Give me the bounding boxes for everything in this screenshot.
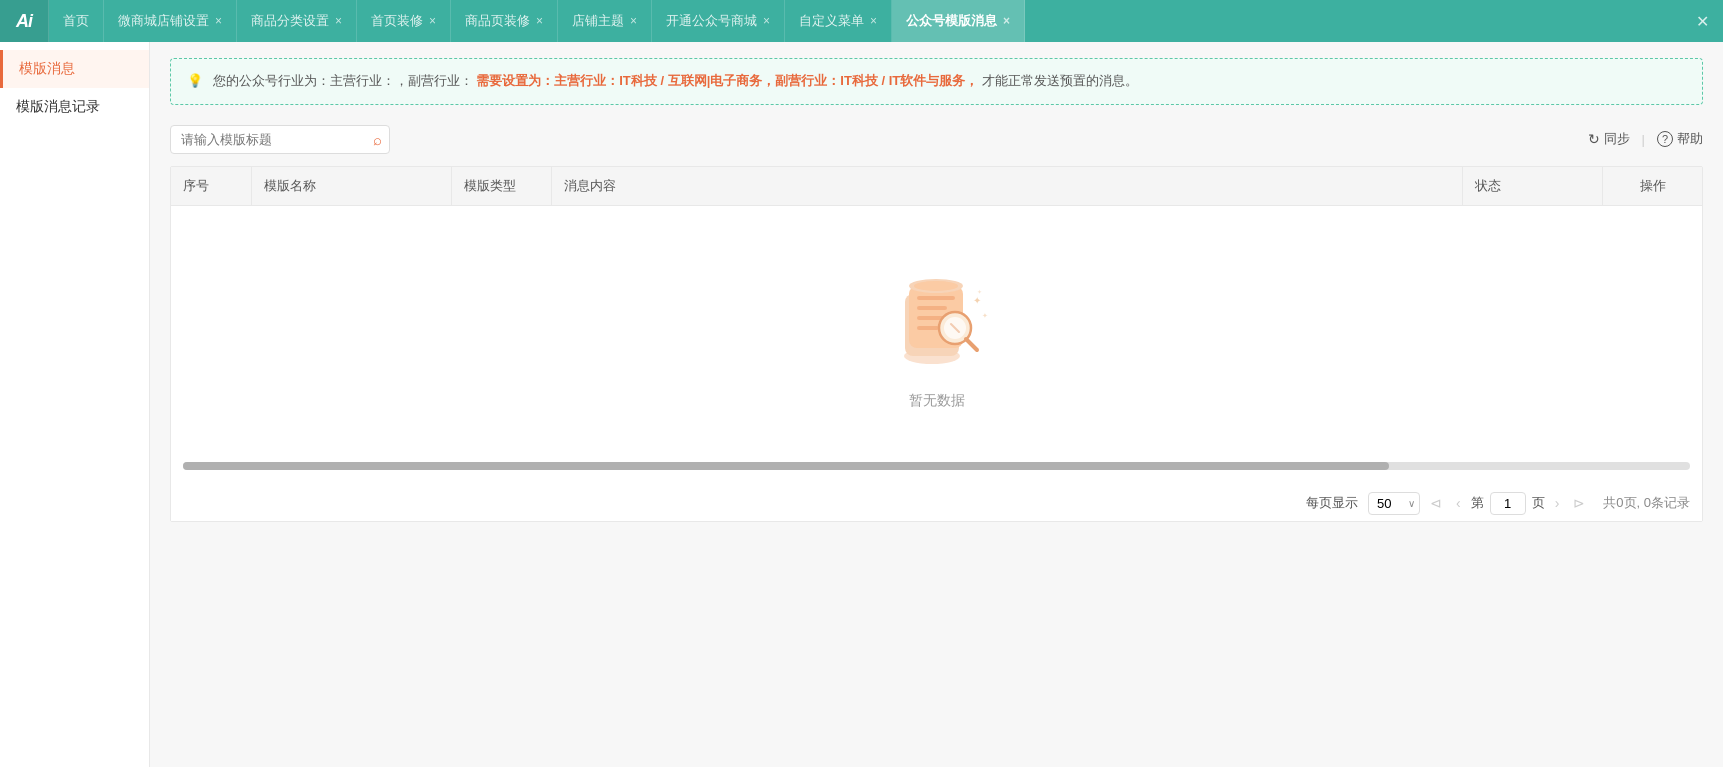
nav-tab-wsc-store-label: 微商城店铺设置 [118,12,209,30]
nav-tab-wsc-store-close[interactable]: × [215,14,222,28]
page-first-button[interactable]: ⊲ [1426,493,1446,513]
help-circle-icon: ? [1657,131,1673,147]
nav-tab-template-msg-close[interactable]: × [1003,14,1010,28]
nav-tab-home[interactable]: 首页 [49,0,104,42]
nav-tab-product-category-close[interactable]: × [335,14,342,28]
sidebar: 模版消息 模版消息记录 [0,42,150,767]
total-label: 共0页, 0条记录 [1603,494,1690,512]
search-input[interactable] [170,125,390,154]
scrollbar-area [171,450,1702,482]
empty-state: ✦ ✦ ✦ 暂无数据 [171,206,1702,450]
nav-tab-product-category-label: 商品分类设置 [251,12,329,30]
notice-icon: 💡 [187,73,203,88]
sidebar-item-template-msg-log[interactable]: 模版消息记录 [0,88,149,126]
nav-tab-home-decorate-close[interactable]: × [429,14,436,28]
th-status: 状态 [1462,167,1602,205]
sidebar-item-template-msg-log-label: 模版消息记录 [16,98,100,114]
app-logo: Ai [0,0,49,42]
nav-tab-custom-menu-close[interactable]: × [870,14,877,28]
page-label: 第 [1471,494,1484,512]
notice-box: 💡 您的公众号行业为：主营行业：，副营行业： 需要设置为：主营行业：IT科技 /… [170,58,1703,105]
nav-tab-custom-menu[interactable]: 自定义菜单 × [785,0,892,42]
nav-tab-home-decorate[interactable]: 首页装修 × [357,0,451,42]
svg-rect-4 [917,306,947,310]
nav-tab-store-theme[interactable]: 店铺主题 × [558,0,652,42]
sidebar-item-template-msg[interactable]: 模版消息 [0,50,149,88]
th-name: 模版名称 [251,167,451,205]
search-bar: ⌕ ↻ 同步 | ? 帮助 [170,125,1703,154]
data-table: 序号 模版名称 模版类型 消息内容 状态 操作 [170,166,1703,522]
th-content: 消息内容 [551,167,1462,205]
sync-icon: ↻ [1588,131,1600,147]
page-prev-button[interactable]: ‹ [1452,493,1465,513]
svg-text:✦: ✦ [982,312,988,319]
nav-tab-product-category[interactable]: 商品分类设置 × [237,0,357,42]
nav-tab-open-mall-close[interactable]: × [763,14,770,28]
svg-rect-3 [917,296,955,300]
nav-tab-product-decorate-close[interactable]: × [536,14,543,28]
nav-tab-home-label: 首页 [63,12,89,30]
search-icon[interactable]: ⌕ [373,131,382,148]
svg-text:✦: ✦ [973,295,981,306]
notice-prefix: 您的公众号行业为：主营行业：，副营行业： [213,73,473,88]
per-page-select[interactable]: 10 20 50 100 [1368,492,1420,515]
page-input[interactable] [1490,492,1526,515]
notice-highlight: 需要设置为：主营行业：IT科技 / 互联网|电子商务，副营行业：IT科技 / I… [476,73,978,88]
scroll-track[interactable] [183,462,1690,470]
content-area: 💡 您的公众号行业为：主营行业：，副营行业： 需要设置为：主营行业：IT科技 /… [150,42,1723,767]
svg-rect-6 [917,326,939,330]
svg-point-8 [914,281,958,291]
per-page-label: 每页显示 [1306,494,1358,512]
page-next-button[interactable]: › [1551,493,1564,513]
sync-button[interactable]: ↻ 同步 [1588,130,1630,148]
svg-line-11 [966,339,977,350]
nav-tab-open-mall[interactable]: 开通公众号商城 × [652,0,785,42]
nav-tab-store-theme-label: 店铺主题 [572,12,624,30]
nav-tab-product-decorate[interactable]: 商品页装修 × [451,0,558,42]
help-button[interactable]: ? 帮助 [1657,130,1703,148]
nav-tab-wsc-store[interactable]: 微商城店铺设置 × [104,0,237,42]
th-type: 模版类型 [451,167,551,205]
main-layout: 模版消息 模版消息记录 💡 您的公众号行业为：主营行业：，副营行业： 需要设置为… [0,42,1723,767]
pagination: 每页显示 10 20 50 100 ⊲ ‹ 第 页 › ⊳ 共0页, 0条记录 [171,482,1702,521]
scroll-thumb[interactable] [183,462,1389,470]
empty-illustration: ✦ ✦ ✦ [877,266,997,376]
nav-tab-template-msg-label: 公众号模版消息 [906,12,997,30]
nav-tab-store-theme-close[interactable]: × [630,14,637,28]
nav-tab-custom-menu-label: 自定义菜单 [799,12,864,30]
search-left: ⌕ [170,125,390,154]
th-seq: 序号 [171,167,251,205]
close-all-button[interactable]: ✕ [1682,12,1723,31]
sync-label: 同步 [1604,130,1630,148]
nav-tab-open-mall-label: 开通公众号商城 [666,12,757,30]
search-input-wrap: ⌕ [170,125,390,154]
sidebar-item-template-msg-label: 模版消息 [19,60,75,76]
th-action: 操作 [1602,167,1702,205]
notice-suffix: 才能正常发送预置的消息。 [982,73,1138,88]
help-label: 帮助 [1677,130,1703,148]
search-right: ↻ 同步 | ? 帮助 [1588,130,1703,148]
nav-tab-product-decorate-label: 商品页装修 [465,12,530,30]
top-nav: Ai 首页 微商城店铺设置 × 商品分类设置 × 首页装修 × 商品页装修 × … [0,0,1723,42]
page-suffix: 页 [1532,494,1545,512]
per-page-select-wrap: 10 20 50 100 [1368,492,1420,515]
nav-tab-template-msg[interactable]: 公众号模版消息 × [892,0,1025,42]
empty-text: 暂无数据 [909,392,965,410]
page-last-button[interactable]: ⊳ [1569,493,1589,513]
svg-text:✦: ✦ [977,289,982,295]
divider: | [1642,132,1645,147]
nav-tab-home-decorate-label: 首页装修 [371,12,423,30]
table-header: 序号 模版名称 模版类型 消息内容 状态 操作 [171,167,1702,206]
